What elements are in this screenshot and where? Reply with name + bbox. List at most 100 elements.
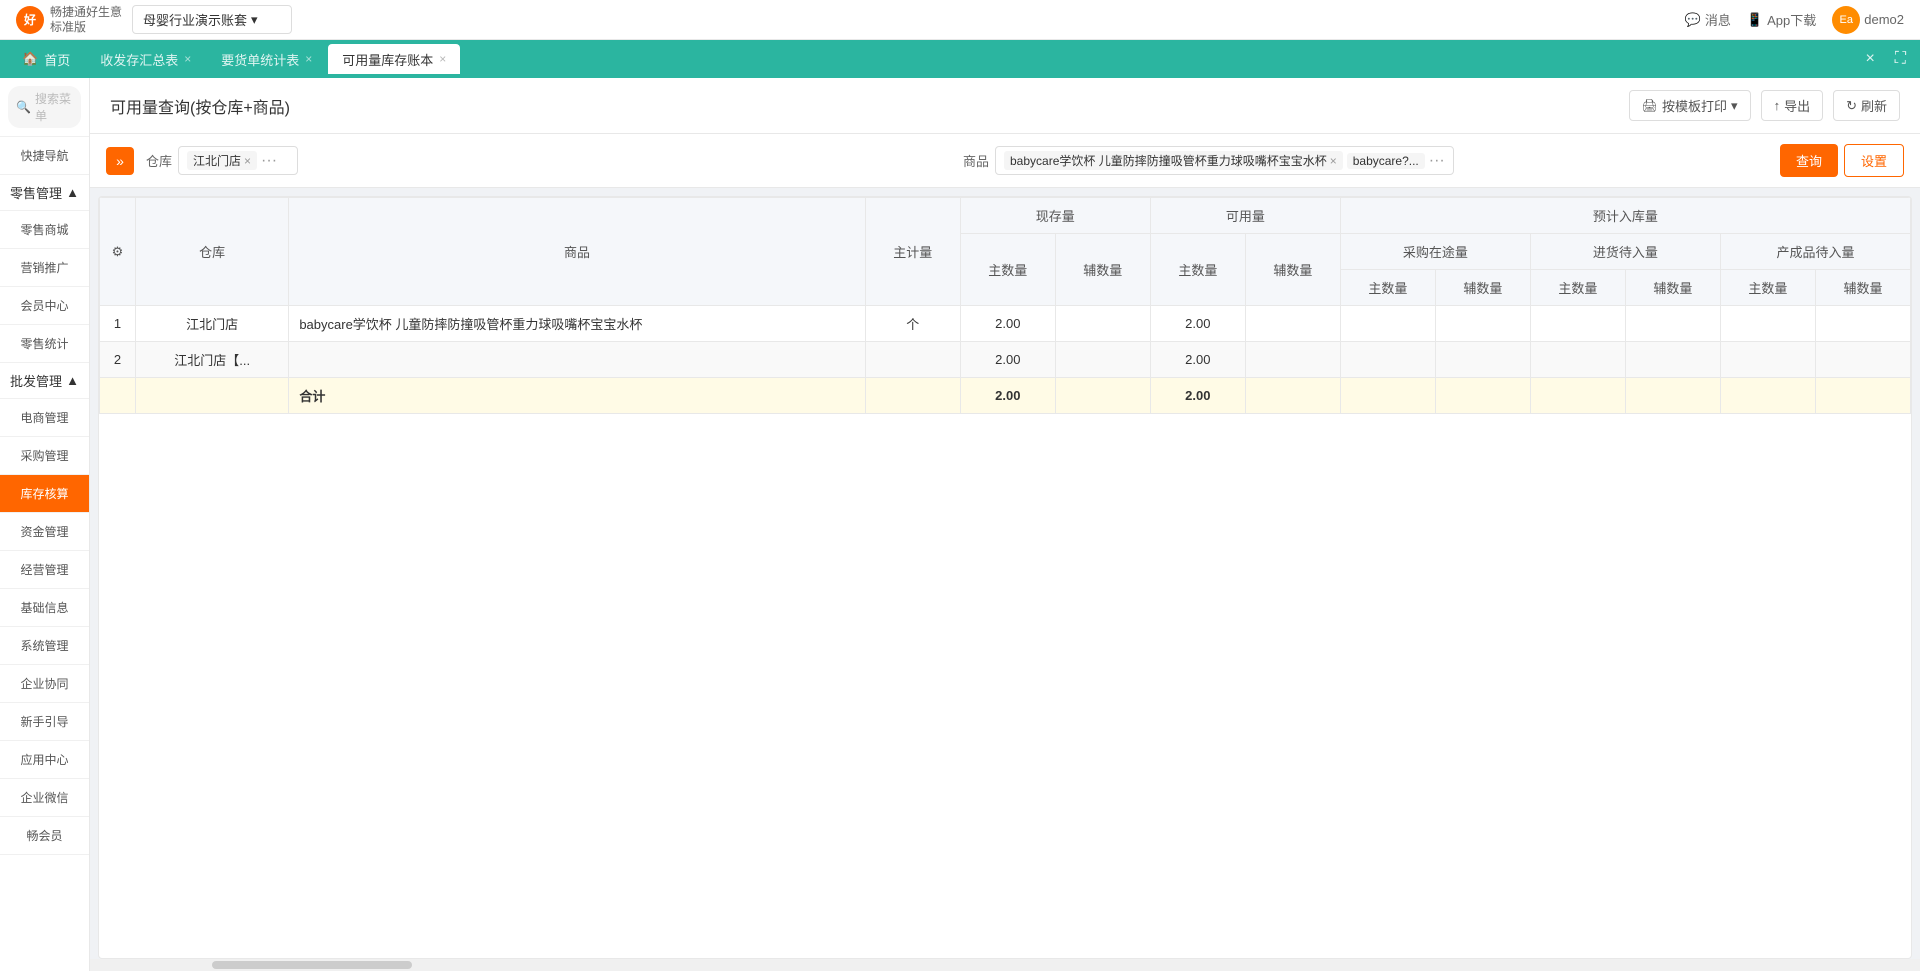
summary-row: 合计 2.00 2.00 — [100, 378, 1911, 414]
summary-stock-main: 2.00 — [960, 378, 1055, 414]
download-action[interactable]: 📱 App下载 — [1747, 10, 1816, 29]
sidebar-search-inner[interactable]: 🔍 搜索菜单 — [8, 86, 81, 128]
sidebar-item-retail-mall[interactable]: 零售商城 — [0, 211, 89, 249]
sidebar-item-nav[interactable]: 快捷导航 — [0, 137, 89, 175]
col-prod-aux-header: 辅数量 — [1815, 270, 1910, 306]
company-selector[interactable]: 母婴行业演示账套 ▾ — [132, 5, 292, 34]
tab-order[interactable]: 要货单统计表 × — [207, 44, 326, 74]
sidebar-item-wholesale-mgmt[interactable]: 批发管理 ▲ — [0, 363, 89, 399]
sidebar-item-retail-mgmt[interactable]: 零售管理 ▲ — [0, 175, 89, 211]
warehouse-tag-close[interactable]: × — [244, 154, 251, 168]
sidebar-item-member[interactable]: 会员中心 — [0, 287, 89, 325]
close-all-tabs-btn[interactable]: × — [1859, 48, 1880, 70]
col-purchase-in-header: 采购在途量 — [1340, 234, 1530, 270]
sidebar-item-app-center[interactable]: 应用中心 — [0, 741, 89, 779]
search-icon: 🔍 — [16, 100, 31, 114]
tab-close-available[interactable]: × — [439, 52, 446, 66]
filter-actions: 查询 设置 — [1780, 144, 1904, 177]
col-unit-header: 主计量 — [865, 198, 960, 306]
row2-unit — [865, 342, 960, 378]
product-tag1-close[interactable]: × — [1330, 154, 1337, 168]
chevron-icon-2: ▲ — [66, 373, 79, 388]
product-input[interactable]: babycare学饮杯 儿童防摔防撞吸管杯重力球吸嘴杯宝宝水杯 × babyca… — [995, 146, 1454, 175]
col-stock-aux-header: 辅数量 — [1055, 234, 1150, 306]
row1-unit: 个 — [865, 306, 960, 342]
message-action[interactable]: 💬 消息 — [1685, 10, 1731, 29]
settings-button[interactable]: 设置 — [1844, 144, 1904, 177]
sidebar-item-retail-stats[interactable]: 零售统计 — [0, 325, 89, 363]
logo-text: 畅捷通好生意 标准版 — [50, 5, 122, 34]
warehouse-more-icon[interactable]: ··· — [261, 152, 277, 170]
page-title: 可用量查询(按仓库+商品) — [110, 94, 290, 118]
sidebar-item-finance[interactable]: 资金管理 — [0, 513, 89, 551]
col-available-header: 可用量 — [1150, 198, 1340, 234]
export-icon: ↑ — [1774, 98, 1781, 113]
refresh-btn[interactable]: ↻ 刷新 — [1833, 90, 1900, 121]
tab-controls: × ⛶ — [1859, 48, 1912, 70]
tab-close-order[interactable]: × — [305, 52, 312, 66]
content-area: 可用量查询(按仓库+商品) 🖨 按模板打印 ▾ ↑ 导出 ↻ 刷新 — [90, 78, 1920, 971]
row2-stock-aux — [1055, 342, 1150, 378]
row2-incoming-main — [1530, 342, 1625, 378]
sidebar: 🔍 搜索菜单 快捷导航 零售管理 ▲ 零售商城 营销推广 会员中心 零售统计 批… — [0, 78, 90, 971]
filter-toggle-btn[interactable]: » — [106, 147, 134, 175]
header-right: 💬 消息 📱 App下载 Ea demo2 — [1685, 6, 1904, 34]
row1-product: babycare学饮杯 儿童防摔防撞吸管杯重力球吸嘴杯宝宝水杯 — [289, 306, 865, 342]
user-profile[interactable]: Ea demo2 — [1832, 6, 1904, 34]
sidebar-item-enterprise-wechat[interactable]: 企业微信 — [0, 779, 89, 817]
sidebar-item-newbie[interactable]: 新手引导 — [0, 703, 89, 741]
table-row: 1 江北门店 babycare学饮杯 儿童防摔防撞吸管杯重力球吸嘴杯宝宝水杯 个… — [100, 306, 1911, 342]
col-avail-aux-header: 辅数量 — [1245, 234, 1340, 306]
main-layout: 🔍 搜索菜单 快捷导航 零售管理 ▲ 零售商城 营销推广 会员中心 零售统计 批… — [0, 78, 1920, 971]
chevron-down-icon-2: ▾ — [1731, 98, 1738, 114]
scroll-thumb[interactable] — [212, 961, 412, 969]
tab-available[interactable]: 可用量库存账本 × — [328, 44, 460, 74]
sidebar-item-vip[interactable]: 畅会员 — [0, 817, 89, 855]
row2-seq: 2 — [100, 342, 136, 378]
row1-stock-aux — [1055, 306, 1150, 342]
home-icon: 🏠 — [22, 51, 38, 67]
sidebar-item-inventory[interactable]: 库存核算 — [0, 475, 89, 513]
print-btn[interactable]: 🖨 按模板打印 ▾ — [1629, 90, 1751, 121]
tab-home[interactable]: 🏠 首页 — [8, 44, 84, 74]
table-container: ⚙ 仓库 商品 主计量 现存量 可用量 预计入库量 主数量 辅数量 主数量 辅数… — [98, 196, 1912, 959]
product-filter-group: 商品 babycare学饮杯 儿童防摔防撞吸管杯重力球吸嘴杯宝宝水杯 × bab… — [963, 146, 1768, 175]
product-more-icon[interactable]: ··· — [1429, 152, 1445, 170]
chevron-down-icon: ▾ — [251, 12, 258, 28]
row1-avail-aux — [1245, 306, 1340, 342]
col-settings-header[interactable]: ⚙ — [100, 198, 136, 306]
sidebar-item-operations[interactable]: 经营管理 — [0, 551, 89, 589]
sidebar-item-marketing[interactable]: 营销推广 — [0, 249, 89, 287]
sidebar-item-enterprise[interactable]: 企业协同 — [0, 665, 89, 703]
col-incoming-aux-header: 辅数量 — [1625, 270, 1720, 306]
top-header: 好 畅捷通好生意 标准版 母婴行业演示账套 ▾ 💬 消息 📱 App下载 Ea … — [0, 0, 1920, 40]
col-planned-in-header: 预计入库量 — [1340, 198, 1910, 234]
print-icon: 🖨 — [1642, 98, 1659, 114]
col-incoming-main-header: 主数量 — [1530, 270, 1625, 306]
row1-incoming-main — [1530, 306, 1625, 342]
warehouse-input[interactable]: 江北门店 × ··· — [178, 146, 298, 175]
sidebar-item-purchase[interactable]: 采购管理 — [0, 437, 89, 475]
tab-inout[interactable]: 收发存汇总表 × — [86, 44, 205, 74]
row2-purchase-main — [1340, 342, 1435, 378]
filter-bar: » 仓库 江北门店 × ··· 商品 babycare学饮杯 儿童防摔防撞吸管杯… — [90, 134, 1920, 188]
product-tag-2: babycare?... — [1347, 153, 1425, 169]
warehouse-tag: 江北门店 × — [187, 151, 257, 170]
summary-avail-main: 2.00 — [1150, 378, 1245, 414]
maximize-btn[interactable]: ⛶ — [1889, 48, 1912, 70]
export-btn[interactable]: ↑ 导出 — [1761, 90, 1824, 121]
sidebar-item-ecommerce[interactable]: 电商管理 — [0, 399, 89, 437]
sidebar-item-system[interactable]: 系统管理 — [0, 627, 89, 665]
query-button[interactable]: 查询 — [1780, 144, 1838, 177]
message-icon: 💬 — [1685, 12, 1701, 28]
double-arrow-icon: » — [116, 153, 124, 169]
horizontal-scrollbar[interactable] — [90, 959, 1920, 971]
tab-close-inout[interactable]: × — [184, 52, 191, 66]
sidebar-item-basic-info[interactable]: 基础信息 — [0, 589, 89, 627]
data-table: ⚙ 仓库 商品 主计量 现存量 可用量 预计入库量 主数量 辅数量 主数量 辅数… — [99, 197, 1911, 414]
chevron-icon: ▲ — [66, 185, 79, 200]
header-left: 好 畅捷通好生意 标准版 母婴行业演示账套 ▾ — [16, 5, 292, 34]
col-purchase-main-header: 主数量 — [1340, 270, 1435, 306]
table-row: 2 江北门店【... 2.00 2.00 — [100, 342, 1911, 378]
col-prod-main-header: 主数量 — [1720, 270, 1815, 306]
